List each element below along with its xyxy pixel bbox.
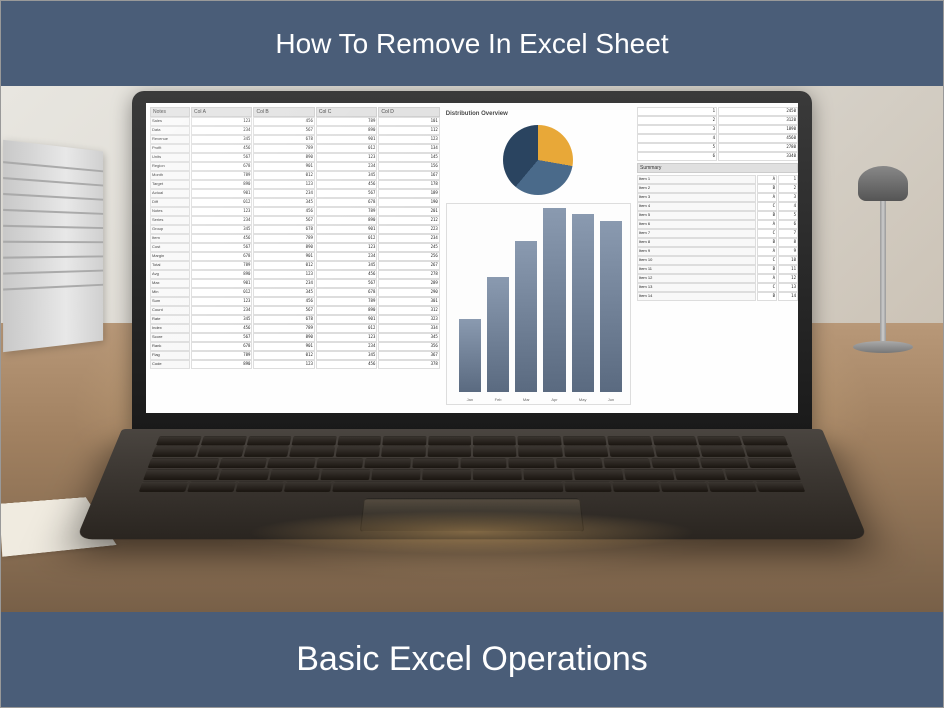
row-labels-column: NotesSalesDataRevenueProfitUnitsRegionMo… bbox=[150, 107, 190, 409]
right-table-col-c: 1234567891011121314 bbox=[778, 175, 798, 409]
laptop-screen: NotesSalesDataRevenueProfitUnitsRegionMo… bbox=[146, 103, 798, 413]
right-table-col-a: Item 1Item 2Item 3Item 4Item 5Item 6Item… bbox=[637, 175, 756, 409]
bar-chart: JanFebMarAprMayJun bbox=[446, 203, 631, 405]
data-col-a: Col A12323434545656767878989090101212323… bbox=[191, 107, 252, 409]
laptop-keyboard bbox=[139, 436, 805, 492]
data-col-b: Col B45656767878989090101212323434545656… bbox=[253, 107, 314, 409]
laptop-bezel: NotesSalesDataRevenueProfitUnitsRegionMo… bbox=[132, 91, 812, 431]
paper-stack bbox=[3, 140, 103, 352]
hero-photo: NotesSalesDataRevenueProfitUnitsRegionMo… bbox=[1, 86, 943, 612]
laptop: NotesSalesDataRevenueProfitUnitsRegionMo… bbox=[122, 91, 822, 599]
tutorial-card: How To Remove In Excel Sheet NotesSalesD… bbox=[0, 0, 944, 708]
chart-title: Distribution Overview bbox=[446, 111, 631, 117]
right-table-header: Summary bbox=[637, 163, 798, 173]
right-top-col-a: 123456 bbox=[637, 107, 717, 161]
spreadsheet-left-grid: NotesSalesDataRevenueProfitUnitsRegionMo… bbox=[150, 107, 440, 409]
charts-panel: Distribution Overview JanFebMarAprMayJun bbox=[442, 107, 635, 409]
bottom-title-text: Basic Excel Operations bbox=[296, 640, 648, 679]
top-title-text: How To Remove In Excel Sheet bbox=[275, 28, 668, 60]
bottom-title-banner: Basic Excel Operations bbox=[1, 612, 943, 707]
desk-lamp bbox=[853, 166, 913, 386]
laptop-base bbox=[76, 429, 868, 539]
data-col-c: Col C78989090101212323434545656767878989… bbox=[316, 107, 377, 409]
top-title-banner: How To Remove In Excel Sheet bbox=[1, 1, 943, 86]
spreadsheet-right-panel: 123456 245031201890456027803340 Summary … bbox=[637, 107, 798, 409]
pie-chart bbox=[503, 125, 573, 195]
right-table-col-b: ABACBACBACBACB bbox=[757, 175, 777, 409]
right-top-col-b: 245031201890456027803340 bbox=[718, 107, 798, 161]
data-col-d: Col D10111212313414515616717818919020121… bbox=[378, 107, 439, 409]
laptop-trackpad bbox=[360, 499, 585, 532]
